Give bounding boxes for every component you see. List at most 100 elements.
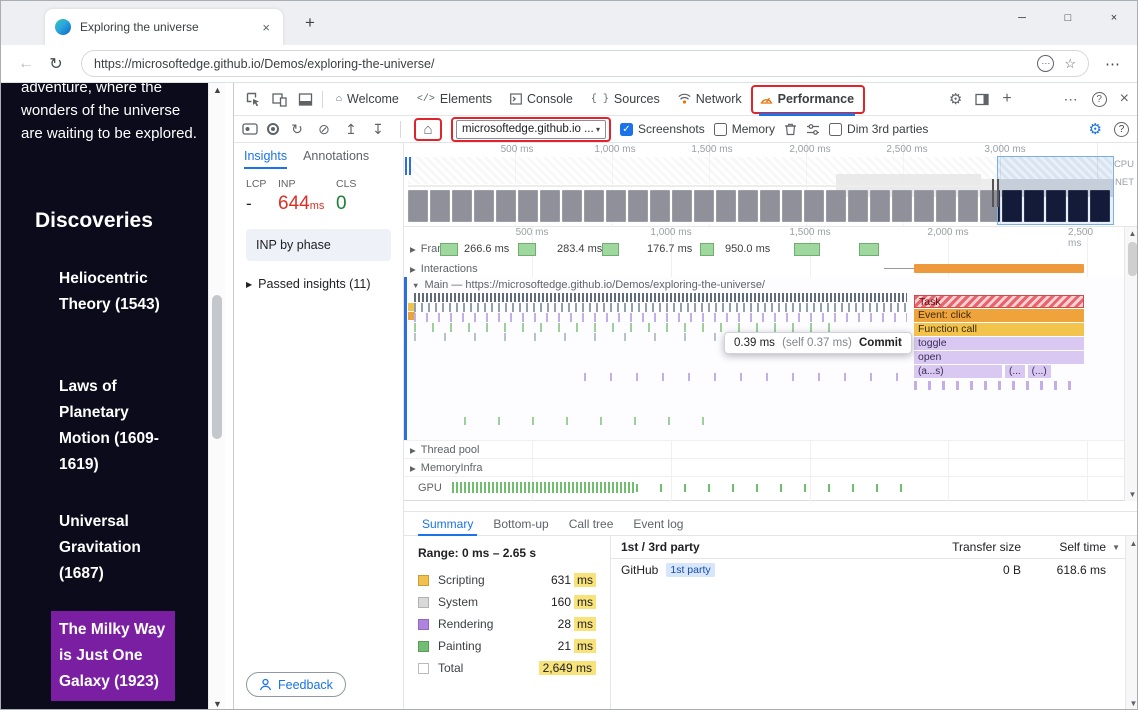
scroll-up-icon[interactable]: ▲	[1125, 229, 1137, 238]
discovery-item[interactable]: Heliocentric Theory (1543)	[59, 266, 177, 318]
save-profile-icon[interactable]: ↧	[369, 121, 387, 138]
dim-3rd-parties-checkbox-group[interactable]: Dim 3rd parties	[829, 122, 928, 136]
devtools-more-icon[interactable]: ⋯	[1064, 91, 1079, 108]
minimap-left-handle[interactable]	[405, 157, 411, 175]
thread-pool-track[interactable]: ▶ Thread pool	[404, 440, 1125, 458]
scroll-down-icon[interactable]: ▼	[1126, 699, 1137, 708]
tab-insights[interactable]: Insights	[244, 143, 288, 169]
tab-call-tree[interactable]: Call tree	[559, 511, 624, 536]
timeline-minimap[interactable]: 500 ms 1,000 ms 1,500 ms 2,000 ms 2,500 …	[404, 143, 1137, 227]
origin-dropdown[interactable]: microsoftedge.github.io ... ▾	[456, 119, 606, 139]
url-text[interactable]: https://microsoftedge.github.io/Demos/ex…	[94, 57, 1027, 71]
devtools-close-icon[interactable]: ×	[1120, 90, 1129, 108]
address-bar[interactable]: https://microsoftedge.github.io/Demos/ex…	[81, 50, 1089, 77]
tab-network[interactable]: Network	[669, 83, 751, 116]
record-and-reload-icon[interactable]: ↻	[288, 121, 306, 138]
site-permissions-icon[interactable]: ⋯	[1037, 55, 1055, 72]
page-scrollbar-thumb[interactable]	[212, 295, 222, 439]
garbage-collect-icon[interactable]	[784, 122, 797, 136]
flame-event-collapsed[interactable]: (a...s)	[914, 365, 1002, 378]
tab-welcome[interactable]: ⌂ Welcome	[327, 83, 408, 116]
gpu-toggle[interactable]: GPU	[418, 482, 442, 494]
flame-event-task[interactable]: Task	[914, 295, 1084, 308]
feedback-button[interactable]: Feedback	[246, 672, 346, 697]
selection-drag-handle[interactable]	[992, 179, 999, 207]
flame-event-open[interactable]: open	[914, 351, 1084, 364]
timeline-tracks[interactable]: 500 ms 1,000 ms 1,500 ms 2,000 ms 2,500 …	[404, 227, 1125, 501]
passed-insights-toggle[interactable]: ▶ Passed insights (11)	[246, 277, 391, 291]
table-row[interactable]: GitHub 1st party 0 B 618.6 ms	[611, 559, 1137, 581]
tab-console[interactable]: Console	[501, 83, 582, 116]
scroll-up-icon[interactable]: ▲	[1126, 539, 1137, 548]
panel-layout-icon[interactable]	[292, 86, 318, 112]
tracks-scrollbar-thumb[interactable]	[1128, 242, 1137, 276]
record-icon[interactable]	[267, 123, 279, 135]
tab-event-log[interactable]: Event log	[623, 511, 693, 536]
window-maximize-button[interactable]: □	[1045, 1, 1091, 35]
refresh-button[interactable]: ↻	[41, 54, 71, 74]
dim-3rd-parties-checkbox[interactable]	[829, 122, 843, 136]
frame-segment[interactable]	[700, 243, 714, 256]
discovery-item[interactable]: Laws of Planetary Motion (1609-1619)	[59, 374, 177, 478]
tab-elements[interactable]: </> Elements	[408, 83, 501, 116]
tab-sources[interactable]: { } Sources	[582, 83, 669, 116]
frame-segment[interactable]	[859, 243, 879, 256]
frame-segment[interactable]	[440, 243, 458, 256]
load-profile-icon[interactable]: ↥	[342, 121, 360, 138]
frame-segment[interactable]	[518, 243, 536, 256]
flame-event-click[interactable]: Event: click	[914, 309, 1084, 322]
flame-event-collapsed[interactable]: (...	[1005, 365, 1025, 378]
performance-help-icon[interactable]: ?	[1114, 121, 1129, 137]
devtools-settings-icon[interactable]: ⚙	[949, 90, 962, 108]
discovery-item-highlighted[interactable]: The Milky Way is Just One Galaxy (1923)	[51, 611, 175, 701]
browser-tab[interactable]: Exploring the universe ×	[45, 9, 283, 45]
memory-checkbox-group[interactable]: Memory	[713, 122, 775, 136]
details-scrollbar[interactable]: ▲ ▼	[1125, 536, 1137, 709]
frame-segment[interactable]	[794, 243, 820, 256]
memory-infra-toggle[interactable]: ▶ MemoryInfra	[410, 462, 483, 474]
gpu-track[interactable]: GPU	[404, 476, 1125, 500]
memory-infra-track[interactable]: ▶ MemoryInfra	[404, 458, 1125, 476]
tab-performance[interactable]: Performance	[750, 83, 866, 116]
screenshots-checkbox[interactable]: ✓	[620, 122, 633, 136]
inspect-element-icon[interactable]	[240, 86, 266, 112]
frame-segment[interactable]	[602, 243, 619, 256]
browser-menu-button[interactable]: ⋯	[1099, 55, 1127, 73]
thread-pool-toggle[interactable]: ▶ Thread pool	[410, 444, 480, 456]
interaction-bar[interactable]	[914, 264, 1084, 273]
main-track-toggle[interactable]: ▼ Main — https://microsoftedge.github.io…	[412, 279, 765, 291]
window-minimize-button[interactable]: ─	[999, 1, 1045, 35]
new-tab-button[interactable]: +	[297, 13, 323, 33]
tab-annotations[interactable]: Annotations	[303, 143, 369, 169]
add-panel-icon[interactable]: +	[1002, 90, 1011, 108]
flame-event-toggle[interactable]: toggle	[914, 337, 1084, 350]
sort-icon[interactable]: ▼	[1106, 543, 1120, 552]
favorites-star-icon[interactable]: ☆	[1064, 56, 1076, 72]
tracks-scrollbar[interactable]: ▲ ▼	[1124, 227, 1137, 501]
tab-summary[interactable]: Summary	[412, 511, 483, 536]
clear-icon[interactable]: ⊘	[315, 121, 333, 138]
flame-event-collapsed[interactable]: (...)	[1027, 365, 1051, 378]
window-close-button[interactable]: ×	[1091, 1, 1137, 35]
discovery-item[interactable]: Universal Gravitation (1687)	[59, 509, 177, 587]
minimap-selection-window[interactable]	[992, 156, 1114, 225]
back-button[interactable]: ←	[11, 55, 41, 73]
inp-by-phase-card[interactable]: INP by phase	[246, 229, 391, 261]
page-scrollbar[interactable]: ▲ ▼	[208, 83, 226, 709]
live-metrics-icon[interactable]	[242, 122, 258, 136]
tab-close-icon[interactable]: ×	[259, 20, 273, 35]
scroll-down-icon[interactable]: ▼	[209, 699, 226, 709]
main-thread-track[interactable]: ▼ Main — https://microsoftedge.github.io…	[404, 277, 1125, 440]
scroll-up-icon[interactable]: ▲	[209, 85, 226, 95]
screenshots-checkbox-group[interactable]: ✓ Screenshots	[620, 122, 705, 136]
tab-bottom-up[interactable]: Bottom-up	[483, 511, 558, 536]
table-header[interactable]: 1st / 3rd party Transfer size Self time …	[611, 536, 1137, 559]
capture-settings-icon[interactable]	[806, 123, 820, 136]
capture-settings-gear-icon[interactable]: ⚙	[1089, 120, 1102, 138]
home-icon[interactable]: ⌂	[419, 121, 437, 138]
devtools-help-icon[interactable]: ?	[1091, 91, 1107, 107]
flame-event-function-call[interactable]: Function call	[914, 323, 1084, 336]
interactions-track-toggle[interactable]: ▶ Interactions	[410, 263, 478, 275]
scroll-down-icon[interactable]: ▼	[1125, 490, 1137, 499]
memory-checkbox[interactable]	[713, 122, 727, 136]
